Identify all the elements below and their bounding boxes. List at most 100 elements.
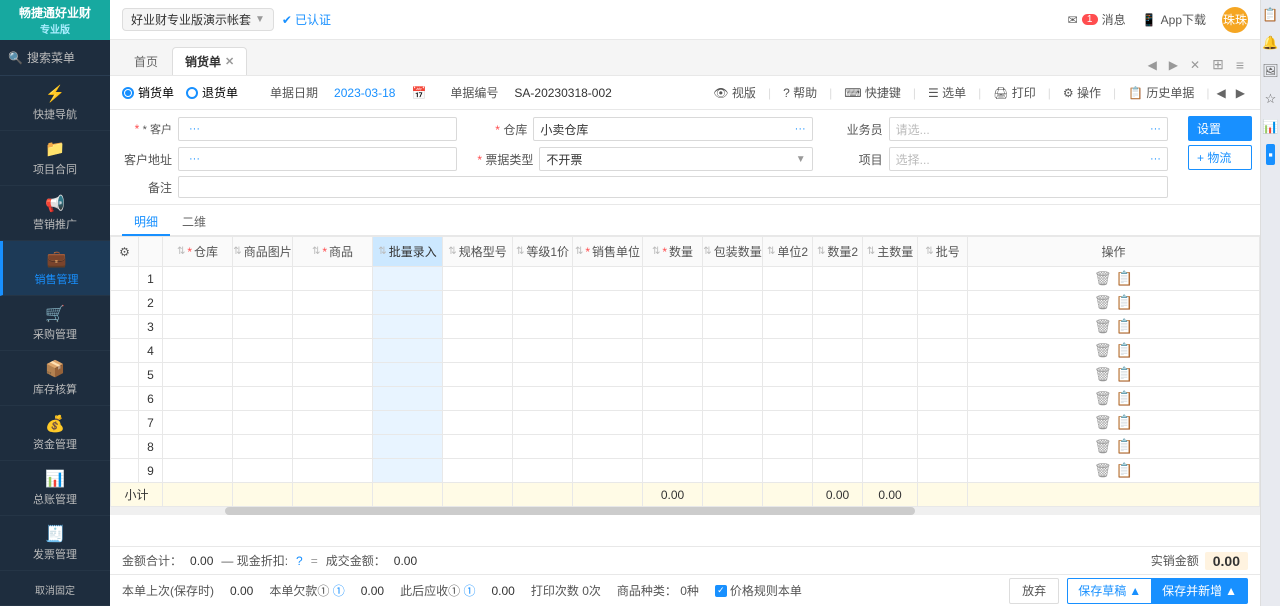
warehouse-dots[interactable]: ··· — [791, 123, 806, 135]
th-spec[interactable]: ⇅规格型号 — [443, 237, 513, 267]
salesperson-dots[interactable]: ··· — [1146, 123, 1161, 135]
customer-dots[interactable]: ··· — [185, 123, 200, 135]
tab-layout-icon[interactable]: ⊞ — [1208, 54, 1228, 75]
company-selector[interactable]: 好业财专业版演示帐套 ▼ — [122, 8, 274, 31]
next-record-icon[interactable]: ▶ — [1233, 86, 1248, 100]
radio-return[interactable]: 退货单 — [186, 84, 238, 101]
th-main-qty[interactable]: ⇅主数量 — [863, 237, 918, 267]
save-new-button[interactable]: 保存并新增 ▲ — [1152, 578, 1248, 604]
side-icon-bell[interactable]: 🔔 — [1260, 32, 1280, 54]
copy-row-icon-5[interactable]: 📋 — [1116, 366, 1133, 383]
th-product-image[interactable]: ⇅商品图片 — [233, 237, 293, 267]
add-logistics-button[interactable]: + 物流 — [1188, 145, 1252, 170]
memo-input[interactable] — [178, 176, 1168, 198]
row-product-1[interactable] — [293, 267, 373, 291]
row-image-1[interactable] — [233, 267, 293, 291]
sidebar-item-sales[interactable]: 💼 销售管理 — [0, 241, 110, 296]
row-price1-1[interactable] — [513, 267, 573, 291]
copy-row-icon-6[interactable]: 📋 — [1116, 390, 1133, 407]
th-quantity[interactable]: ⇅*数量 — [643, 237, 703, 267]
sidebar-item-project[interactable]: 📁 项目合同 — [0, 131, 110, 186]
date-value[interactable]: 2023-03-18 — [334, 86, 395, 100]
price-rule-check[interactable]: 价格规则本单 — [715, 582, 802, 599]
invoice-select[interactable]: 不开票 ▼ — [539, 147, 812, 171]
address-dots[interactable]: ··· — [185, 153, 200, 165]
delete-row-icon-5[interactable]: 🗑 — [1094, 366, 1112, 383]
sidebar-item-invoice[interactable]: 🧾 发票管理 — [0, 516, 110, 571]
tab-close-icon[interactable]: ✕ — [225, 55, 234, 68]
row-qty-1[interactable] — [643, 267, 703, 291]
delete-row-icon-8[interactable]: 🗑 — [1094, 438, 1112, 455]
th-qty2[interactable]: ⇅数量2 — [813, 237, 863, 267]
radio-sales[interactable]: 销货单 — [122, 84, 174, 101]
delete-row-icon-9[interactable]: 🗑 — [1094, 462, 1112, 479]
delete-row-icon-6[interactable]: 🗑 — [1094, 390, 1112, 407]
user-avatar-action[interactable]: 珠珠 — [1222, 7, 1248, 33]
tab-grid-icon[interactable]: ≡ — [1232, 55, 1248, 75]
side-icon-clipboard[interactable]: 📋 — [1260, 4, 1280, 26]
sidebar-item-purchase[interactable]: 🛒 采购管理 — [0, 296, 110, 351]
shortcut-btn[interactable]: ⌨ 快捷键 — [836, 82, 909, 103]
delete-row-icon-1[interactable]: 🗑 — [1094, 270, 1112, 287]
message-action[interactable]: ✉ 1 消息 — [1068, 11, 1126, 28]
row-batch-import-1[interactable] — [373, 267, 443, 291]
scrollbar-thumb[interactable] — [225, 507, 915, 515]
copy-row-icon-4[interactable]: 📋 — [1116, 342, 1133, 359]
print-btn[interactable]: 🖨 打印 — [985, 82, 1044, 103]
th-price1[interactable]: ⇅等级1价 — [513, 237, 573, 267]
debt-info-icon[interactable]: ① — [333, 584, 345, 598]
th-unit2[interactable]: ⇅单位2 — [763, 237, 813, 267]
copy-row-icon-7[interactable]: 📋 — [1116, 414, 1133, 431]
row-spec-1[interactable] — [443, 267, 513, 291]
delete-row-icon-3[interactable]: 🗑 — [1094, 318, 1112, 335]
tab-nav-2d[interactable]: 二维 — [170, 209, 218, 236]
sidebar-item-accounts[interactable]: 📊 总账管理 — [0, 461, 110, 516]
row-batch-1[interactable] — [918, 267, 968, 291]
row-warehouse-1[interactable] — [163, 267, 233, 291]
project-input[interactable]: 选择... ··· — [889, 147, 1168, 171]
search-menu-item[interactable]: 🔍 搜索菜单 — [0, 40, 110, 76]
horizontal-scrollbar[interactable] — [110, 507, 1260, 515]
project-dots[interactable]: ··· — [1146, 153, 1161, 165]
th-warehouse[interactable]: ⇅*仓库 — [163, 237, 233, 267]
tab-nav-detail[interactable]: 明细 — [122, 209, 170, 236]
row-sales-unit-1[interactable] — [573, 267, 643, 291]
delete-row-icon-4[interactable]: 🗑 — [1094, 342, 1112, 359]
th-pack-qty[interactable]: ⇅包装数量 — [703, 237, 763, 267]
copy-row-icon-2[interactable]: 📋 — [1116, 294, 1133, 311]
th-batch[interactable]: ⇅批号 — [918, 237, 968, 267]
customer-input[interactable]: ··· — [178, 117, 457, 141]
prev-record-icon[interactable]: ◀ — [1214, 86, 1229, 100]
copy-row-icon-1[interactable]: 📋 — [1116, 270, 1133, 287]
tab-close-all-icon[interactable]: ✕ — [1186, 56, 1204, 74]
tab-home[interactable]: 首页 — [122, 47, 170, 75]
tab-next-arrow[interactable]: ▶ — [1165, 56, 1182, 74]
ops-btn[interactable]: ⚙ 操作 — [1055, 82, 1109, 103]
abandon-button[interactable]: 放弃 — [1009, 578, 1059, 604]
copy-row-icon-8[interactable]: 📋 — [1116, 438, 1133, 455]
salesperson-input[interactable]: 请选... ··· — [889, 117, 1168, 141]
side-icon-image[interactable]: 🖼 — [1260, 60, 1280, 82]
sidebar-item-marketing[interactable]: 📢 营销推广 — [0, 186, 110, 241]
side-icon-star[interactable]: ☆ — [1263, 88, 1279, 110]
select-btn[interactable]: ☰ 选单 — [920, 82, 974, 103]
side-icon-active[interactable]: ▪ — [1266, 144, 1275, 165]
history-btn[interactable]: 📋 历史单据 — [1120, 82, 1202, 103]
app-download-action[interactable]: 📱 App下载 — [1142, 11, 1206, 28]
copy-row-icon-9[interactable]: 📋 — [1116, 462, 1133, 479]
sidebar-item-cancel-fixed[interactable]: 取消固定 — [0, 574, 110, 606]
row-main-qty-1[interactable] — [863, 267, 918, 291]
tab-sales-order[interactable]: 销货单 ✕ — [172, 47, 247, 75]
calendar-icon[interactable]: 📅 — [411, 86, 426, 100]
th-sales-unit[interactable]: ⇅*销售单位 — [573, 237, 643, 267]
save-draft-button[interactable]: 保存草稿 ▲ — [1067, 578, 1152, 604]
warehouse-input[interactable]: 小卖仓库 ··· — [533, 117, 812, 141]
sidebar-item-quick-nav[interactable]: ⚡ 快捷导航 — [0, 76, 110, 131]
table-wrap[interactable]: ⚙ ⇅*仓库 ⇅商品图片 ⇅*商品 — [110, 236, 1260, 546]
help-icon[interactable]: ? — [296, 554, 303, 568]
price-rule-checkbox[interactable] — [715, 585, 727, 597]
th-setting[interactable]: ⚙ — [111, 237, 139, 267]
row-qty2-1[interactable] — [813, 267, 863, 291]
sidebar-item-inventory[interactable]: 📦 库存核算 — [0, 351, 110, 406]
row-unit2-1[interactable] — [763, 267, 813, 291]
